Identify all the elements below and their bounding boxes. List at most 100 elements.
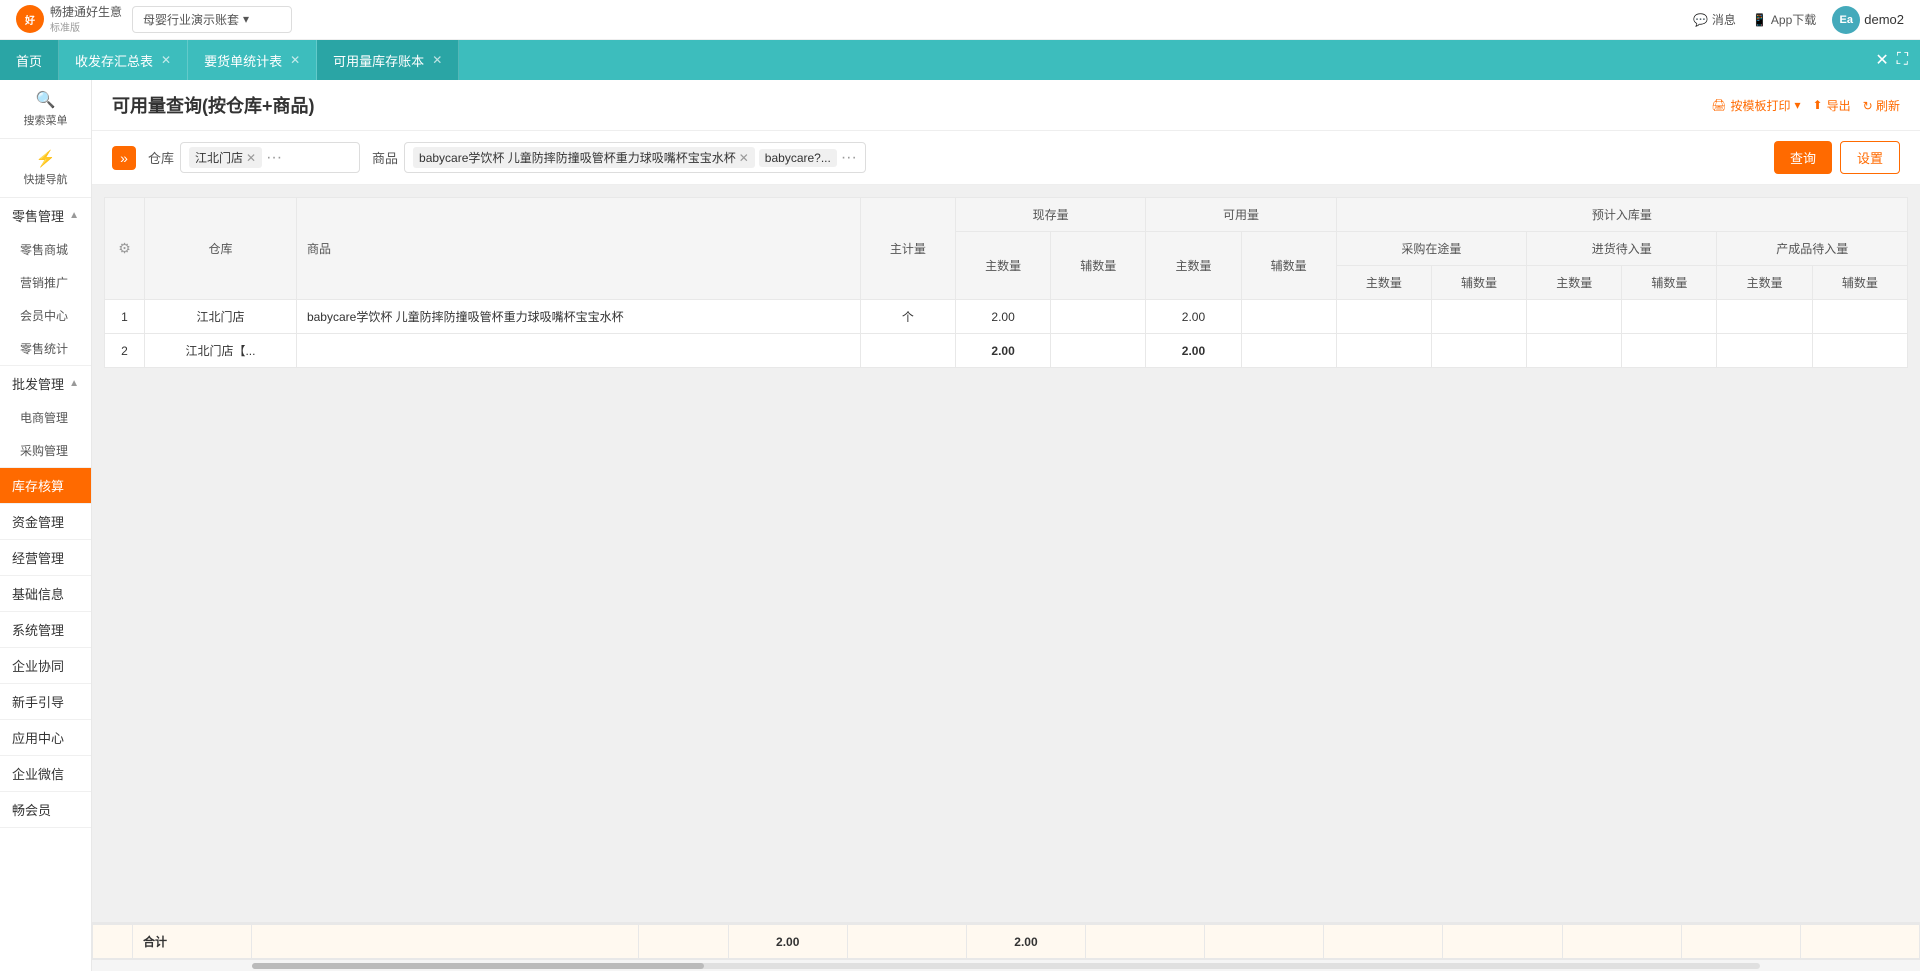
sidebar-group-member-service: 畅会员: [0, 792, 91, 828]
table-subheader-avail-aux: 辅数量: [1241, 232, 1336, 300]
inventory-label: 库存核算: [12, 476, 64, 495]
message-icon: 💬: [1693, 13, 1708, 27]
sidebar-item-purchase[interactable]: 采购管理: [0, 434, 91, 467]
summary-pt-main: [1205, 925, 1324, 959]
tab-order-stats[interactable]: 要货单统计表 ✕: [188, 40, 317, 80]
table-wrapper[interactable]: ⚙ 仓库 商品 主计量 现存量 可用量 预计入库量 主数量 辅数量 主数量 辅数…: [92, 185, 1920, 922]
warehouse-input[interactable]: 江北门店 ✕ ···: [180, 142, 360, 173]
tab-home[interactable]: 首页: [0, 40, 59, 80]
cell-avail-main-2: 2.00: [1146, 334, 1241, 368]
sidebar-item-member-service[interactable]: 畅会员: [0, 792, 91, 827]
warehouse-tag-close[interactable]: ✕: [246, 151, 256, 165]
sidebar-item-system[interactable]: 系统管理: [0, 612, 91, 647]
tab-order-label: 要货单统计表: [204, 51, 282, 70]
table-subheader-ip-main: 主数量: [1527, 266, 1622, 300]
cell-stock-aux-2: [1051, 334, 1146, 368]
sidebar-group-wholesale: 批发管理 ▲ 电商管理 采购管理: [0, 366, 91, 468]
cell-unit-2: [860, 334, 955, 368]
tab-receive-summary[interactable]: 收发存汇总表 ✕: [59, 40, 188, 80]
table-subheader-ip-aux: 辅数量: [1622, 266, 1717, 300]
summary-stock-aux: [847, 925, 966, 959]
sidebar-group-wechat: 企业微信: [0, 756, 91, 792]
sidebar-group-retail-header[interactable]: 零售管理 ▲: [0, 198, 91, 233]
table-subheader-pp-main: 主数量: [1717, 266, 1812, 300]
product-more-icon[interactable]: ···: [841, 149, 857, 167]
refresh-btn[interactable]: ↻ 刷新: [1863, 97, 1900, 114]
user-area[interactable]: Ea demo2: [1832, 6, 1904, 34]
setting-btn[interactable]: 设置: [1840, 141, 1900, 174]
table-header-settings[interactable]: ⚙: [105, 198, 145, 300]
refresh-label: 刷新: [1876, 99, 1900, 113]
sidebar-group-retail: 零售管理 ▲ 零售商城 营销推广 会员中心 零售统计: [0, 198, 91, 366]
table-row: 2 江北门店【... 2.00 2.00: [105, 334, 1908, 368]
table-subheader-pp-aux: 辅数量: [1812, 266, 1907, 300]
sidebar-search-btn[interactable]: 🔍 搜索菜单: [0, 80, 91, 139]
app-download-btn[interactable]: 📱 App下载: [1752, 11, 1816, 28]
close-window-icon[interactable]: ✕: [1875, 50, 1888, 70]
product-filter-label: 商品: [372, 148, 398, 167]
sidebar-item-retail-stats[interactable]: 零售统计: [0, 332, 91, 365]
retail-group-arrow: ▲: [69, 210, 79, 221]
summary-pp-main: [1681, 925, 1800, 959]
print-arrow: ▾: [1794, 98, 1800, 112]
cell-pp-main-1: [1717, 300, 1812, 334]
warehouse-more-icon[interactable]: ···: [266, 149, 282, 167]
page-header: 可用量查询(按仓库+商品) 🖨 按模板打印 ▾ ⬆ 导出 ↻ 刷新: [92, 80, 1920, 131]
sidebar-item-apps[interactable]: 应用中心: [0, 720, 91, 755]
print-icon: 🖨: [1711, 98, 1726, 112]
filter-bar: » 仓库 江北门店 ✕ ··· 商品 babycare学饮杯 儿童防摔防撞吸管杯…: [92, 131, 1920, 185]
warehouse-filter: 仓库 江北门店 ✕ ···: [148, 142, 360, 173]
retail-group-label: 零售管理: [12, 206, 64, 225]
table-subheader-incoming-pending: 进货待入量: [1527, 232, 1717, 266]
sidebar-item-wechat[interactable]: 企业微信: [0, 756, 91, 791]
apps-label: 应用中心: [12, 728, 64, 747]
scroll-track[interactable]: [252, 963, 1760, 969]
sidebar-quick-nav-btn[interactable]: ⚡ 快捷导航: [0, 139, 91, 198]
table-subheader-stock-main: 主数量: [955, 232, 1050, 300]
sidebar-item-newbie[interactable]: 新手引导: [0, 684, 91, 719]
query-btn[interactable]: 查询: [1774, 141, 1832, 174]
refresh-icon: ↻: [1863, 99, 1873, 113]
sidebar-item-finance[interactable]: 资金管理: [0, 504, 91, 539]
sidebar-group-basic: 基础信息: [0, 576, 91, 612]
sidebar-item-inventory-active[interactable]: 库存核算: [0, 468, 91, 503]
table-subheader-purchase-transit: 采购在途量: [1336, 232, 1526, 266]
tab-available-inventory[interactable]: 可用量库存账本 ✕: [317, 40, 459, 80]
print-btn[interactable]: 🖨 按模板打印 ▾: [1711, 97, 1800, 114]
summary-stock-main: 2.00: [728, 925, 847, 959]
industry-selector[interactable]: 母婴行业演示账套 ▾: [132, 6, 292, 33]
tab-receive-close[interactable]: ✕: [161, 53, 171, 67]
table-subheader-production-pending: 产成品待入量: [1717, 232, 1908, 266]
finance-label: 资金管理: [12, 512, 64, 531]
cell-warehouse-2: 江北门店【...: [145, 334, 297, 368]
sidebar-item-member[interactable]: 会员中心: [0, 299, 91, 332]
scroll-thumb[interactable]: [252, 963, 704, 969]
cell-pt-aux-1: [1431, 300, 1526, 334]
sidebar-group-wholesale-header[interactable]: 批发管理 ▲: [0, 366, 91, 401]
sidebar-item-collab[interactable]: 企业协同: [0, 648, 91, 683]
sidebar-group-inventory: 库存核算: [0, 468, 91, 504]
sidebar-item-retail-mall[interactable]: 零售商城: [0, 233, 91, 266]
maximize-icon[interactable]: ⛶: [1897, 51, 1908, 69]
summary-label: 合计: [133, 925, 252, 959]
logo-area: 好 畅捷通好生意 标准版: [16, 5, 122, 34]
cell-unit-1: 个: [860, 300, 955, 334]
product-tag2: babycare?...: [759, 149, 837, 167]
cell-pt-main-2: [1336, 334, 1431, 368]
product-input[interactable]: babycare学饮杯 儿童防摔防撞吸管杯重力球吸嘴杯宝宝水杯 ✕ babyca…: [404, 142, 866, 173]
summary-ip-aux: [1562, 925, 1681, 959]
filter-expand-btn[interactable]: »: [112, 146, 136, 170]
sidebar-item-basic[interactable]: 基础信息: [0, 576, 91, 611]
tab-inventory-close[interactable]: ✕: [432, 53, 442, 67]
sidebar-item-ecommerce[interactable]: 电商管理: [0, 401, 91, 434]
message-btn[interactable]: 💬 消息: [1693, 11, 1736, 28]
mobile-icon: 📱: [1752, 13, 1767, 27]
product-tag1-close[interactable]: ✕: [739, 151, 749, 165]
product-tag1: babycare学饮杯 儿童防摔防撞吸管杯重力球吸嘴杯宝宝水杯 ✕: [413, 147, 755, 168]
footer-row: 合计 2.00 2.00: [92, 922, 1920, 959]
tab-order-close[interactable]: ✕: [290, 53, 300, 67]
sidebar-item-marketing[interactable]: 营销推广: [0, 266, 91, 299]
table-header-current-stock: 现存量: [955, 198, 1145, 232]
export-btn[interactable]: ⬆ 导出: [1813, 97, 1851, 114]
sidebar-item-operation[interactable]: 经营管理: [0, 540, 91, 575]
